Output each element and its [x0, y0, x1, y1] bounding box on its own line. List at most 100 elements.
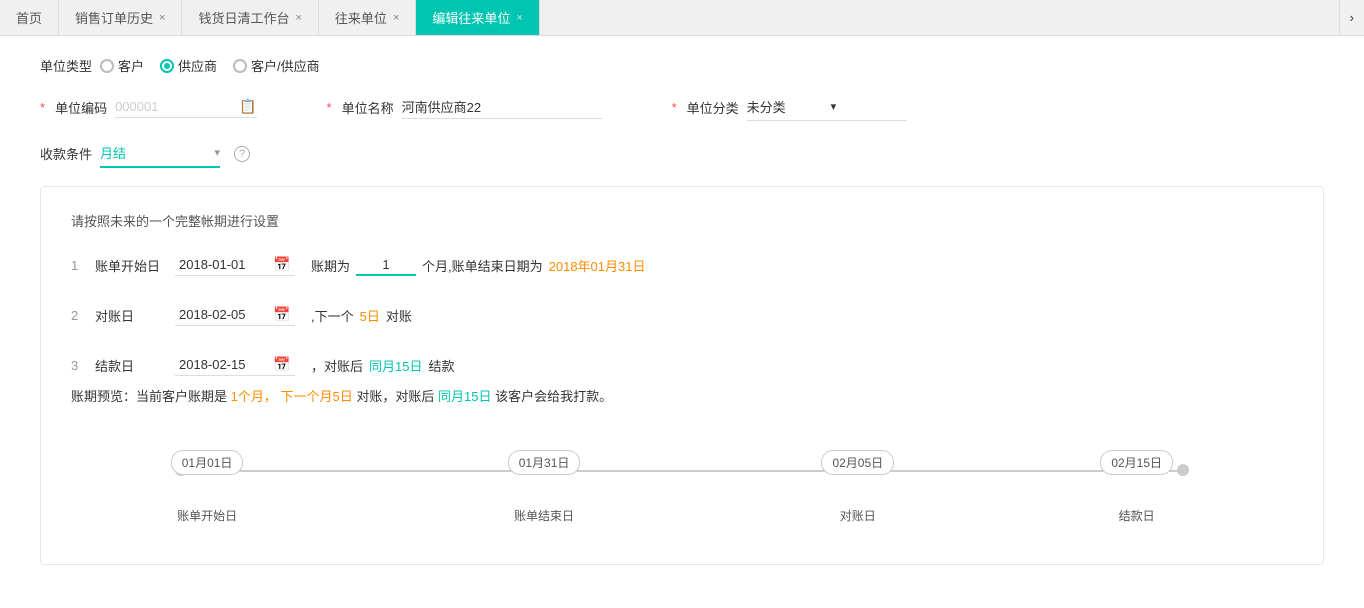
row-1-prefix: 账期为 [311, 256, 350, 275]
row-1-suffix: 个月,账单结束日期为 [422, 256, 543, 275]
setting-row-2: 2 对账日 📅 ,下一个 5日 对账 [71, 304, 1293, 326]
radio-both-circle [233, 59, 247, 73]
tab-home[interactable]: 首页 [0, 0, 59, 35]
preview-part3: 对账，对账后 [356, 389, 434, 404]
code-field: * 单位编码 📋 [40, 96, 257, 118]
name-input[interactable] [402, 95, 602, 119]
name-star: * [327, 100, 332, 115]
radio-supplier[interactable]: 供应商 [160, 56, 217, 75]
radio-customer-circle [100, 59, 114, 73]
code-input-wrapper: 📋 [115, 96, 256, 118]
period-input[interactable] [356, 255, 416, 276]
row-1-calendar-icon[interactable]: 📅 [273, 256, 290, 273]
tab-partner-label: 往来单位 [335, 8, 387, 27]
tl-node-3-date: 02月05日 [832, 456, 883, 470]
tl-node-4-date: 02月15日 [1111, 456, 1162, 470]
settings-card: 请按照未来的一个完整帐期进行设置 1 账单开始日 📅 账期为 个月,账单结束日期… [40, 186, 1324, 565]
tl-node-3: 02月05日 对账日 [821, 450, 894, 524]
row-2-suffix: 对账 [386, 306, 412, 325]
tab-cashwork[interactable]: 钱货日清工作台 × [182, 0, 318, 35]
category-star: * [672, 100, 677, 115]
code-copy-icon[interactable]: 📋 [239, 98, 256, 115]
row-2-highlight: 5日 [360, 306, 380, 325]
category-dropdown[interactable]: 未分类 ▾ [747, 93, 907, 121]
row-1-highlight: 2018年01月31日 [549, 256, 646, 275]
preview-part2: 下一个月5日 [281, 389, 353, 404]
unit-type-field: 单位类型 客户 供应商 客户/供应商 [40, 56, 320, 75]
row-3-prefix: ，对账后 [311, 356, 363, 375]
category-value: 未分类 [747, 97, 823, 116]
row-2-date-field: 📅 [175, 304, 295, 326]
code-input[interactable] [115, 99, 235, 114]
row-3-num: 3 [71, 358, 95, 373]
row-1-date-input[interactable] [179, 257, 269, 272]
tab-home-label: 首页 [16, 8, 42, 27]
category-field: * 单位分类 未分类 ▾ [672, 93, 907, 121]
setting-row-1: 1 账单开始日 📅 账期为 个月,账单结束日期为 2018年01月31日 [71, 254, 1293, 276]
tl-node-4: 02月15日 结款日 [1100, 450, 1173, 524]
row-2-label: 对账日 [95, 306, 175, 325]
card-title: 请按照未来的一个完整帐期进行设置 [71, 211, 1293, 230]
payment-dropdown[interactable]: 月结 ▾ [100, 139, 220, 168]
code-name-category-row: * 单位编码 📋 * 单位名称 * 单位分类 未分类 ▾ [40, 93, 1324, 121]
radio-supplier-circle [160, 59, 174, 73]
tl-node-1-label: 账单开始日 [177, 507, 237, 524]
payment-row: 收款条件 月结 ▾ ? [40, 139, 1324, 168]
preview-label: 账期预览：当前客户账期是 [71, 389, 227, 404]
tab-sales-history-label: 销售订单历史 [75, 8, 153, 27]
tab-cashwork-close[interactable]: × [295, 12, 301, 24]
tl-node-1-date: 01月01日 [182, 456, 233, 470]
unit-type-row: 单位类型 客户 供应商 客户/供应商 [40, 56, 1324, 75]
row-3-calendar-icon[interactable]: 📅 [273, 356, 290, 373]
radio-both[interactable]: 客户/供应商 [233, 56, 320, 75]
help-icon[interactable]: ? [234, 146, 250, 162]
row-2-calendar-icon[interactable]: 📅 [273, 306, 290, 323]
radio-customer[interactable]: 客户 [100, 56, 144, 75]
row-1-num: 1 [71, 258, 95, 273]
row-3-date-input[interactable] [179, 357, 269, 372]
radio-customer-label: 客户 [118, 56, 144, 75]
tab-edit-partner[interactable]: 编辑往来单位 × [416, 0, 539, 35]
preview-text: 账期预览：当前客户账期是 1个月， 下一个月5日 对账，对账后 同月15日 该客… [71, 384, 1293, 410]
row-2-num: 2 [71, 308, 95, 323]
preview-part4: 同月15日 [438, 389, 491, 404]
main-content: 单位类型 客户 供应商 客户/供应商 * 单位编码 [0, 36, 1364, 608]
row-2-date-input[interactable] [179, 307, 269, 322]
name-label: 单位名称 [342, 98, 394, 117]
preview-part1: 1个月， [231, 389, 277, 404]
category-arrow-icon: ▾ [831, 100, 907, 113]
payment-label: 收款条件 [40, 144, 92, 163]
payment-arrow-icon: ▾ [214, 146, 220, 159]
tl-node-4-label: 结款日 [1119, 507, 1155, 524]
tab-arrow[interactable]: › [1339, 0, 1364, 35]
code-star: * [40, 100, 45, 115]
tl-node-1-bubble: 01月01日 [171, 450, 244, 475]
row-3-date-field: 📅 [175, 354, 295, 376]
unit-type-label: 单位类型 [40, 56, 92, 75]
name-field: * 单位名称 [327, 95, 602, 119]
tl-node-1: 01月01日 账单开始日 [171, 450, 244, 524]
row-2-prefix: ,下一个 [311, 306, 354, 325]
tab-sales-history[interactable]: 销售订单历史 × [59, 0, 182, 35]
row-3-suffix: 结款 [428, 356, 454, 375]
tl-node-3-label: 对账日 [840, 507, 876, 524]
tab-partner[interactable]: 往来单位 × [319, 0, 416, 35]
row-3-highlight: 同月15日 [369, 356, 422, 375]
tl-node-3-bubble: 02月05日 [821, 450, 894, 475]
tab-sales-history-close[interactable]: × [159, 12, 165, 24]
timeline-line [181, 470, 1183, 472]
timeline-container: 01月01日 账单开始日 01月31日 账单结束日 02月05日 对账 [101, 450, 1263, 530]
payment-field: 收款条件 月结 ▾ ? [40, 139, 250, 168]
timeline-section: 01月01日 账单开始日 01月31日 账单结束日 02月05日 对账 [71, 430, 1293, 540]
code-label: 单位编码 [55, 98, 107, 117]
radio-both-label: 客户/供应商 [251, 56, 320, 75]
tab-edit-partner-close[interactable]: × [516, 12, 522, 24]
tl-node-2-label: 账单结束日 [514, 507, 574, 524]
setting-row-3: 3 结款日 📅 ，对账后 同月15日 结款 [71, 354, 1293, 376]
tab-partner-close[interactable]: × [393, 12, 399, 24]
row-1-label: 账单开始日 [95, 256, 175, 275]
payment-value: 月结 [100, 143, 214, 162]
row-3-label: 结款日 [95, 356, 175, 375]
category-label: 单位分类 [687, 98, 739, 117]
tab-arrow-icon: › [1350, 10, 1354, 25]
